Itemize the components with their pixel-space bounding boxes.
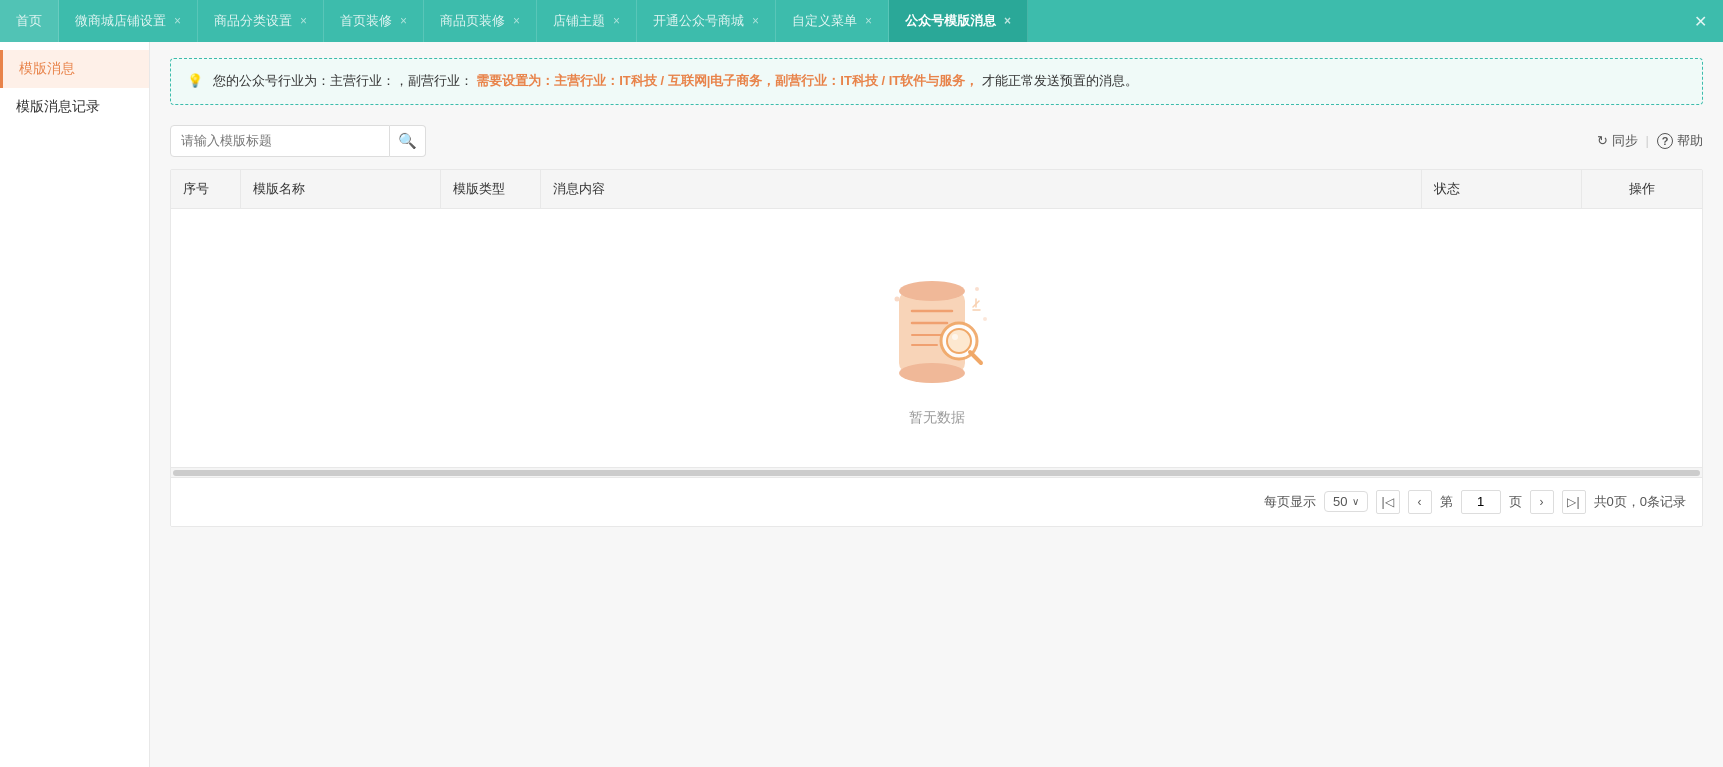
nav-tab-label-5: 店铺主题 (553, 12, 605, 30)
prev-page-button[interactable]: ‹ (1408, 490, 1432, 514)
last-page-button[interactable]: ▷| (1562, 490, 1586, 514)
nav-tab-8[interactable]: 公众号模版消息 × (889, 0, 1028, 42)
top-nav: 首页微商城店铺设置×商品分类设置×首页装修×商品页装修×店铺主题×开通公众号商城… (0, 0, 1723, 42)
per-page-value: 50 (1333, 494, 1347, 509)
search-input[interactable] (170, 125, 390, 157)
scrollbar-thumb[interactable] (173, 470, 1700, 476)
page-total: 共0页，0条记录 (1594, 493, 1686, 511)
notice-box: 💡 您的公众号行业为：主营行业：，副营行业： 需要设置为：主营行业：IT科技 /… (170, 58, 1703, 105)
nav-tab-label-8: 公众号模版消息 (905, 12, 996, 30)
sync-icon: ↻ (1597, 133, 1608, 148)
per-page-select[interactable]: 50 ∨ (1324, 491, 1367, 512)
nav-tab-close-5[interactable]: × (613, 14, 620, 28)
page-suffix: 页 (1509, 493, 1522, 511)
next-page-icon: › (1540, 495, 1544, 509)
svg-line-10 (970, 352, 981, 363)
empty-state: 暂无数据 (171, 209, 1702, 467)
nav-tab-6[interactable]: 开通公众号商城 × (637, 0, 776, 42)
nav-tab-close-4[interactable]: × (513, 14, 520, 28)
nav-tab-5[interactable]: 店铺主题 × (537, 0, 637, 42)
notice-highlight: 需要设置为：主营行业：IT科技 / 互联网|电子商务，副营行业：IT科技 / I… (476, 73, 978, 88)
per-page-label: 每页显示 (1264, 493, 1316, 511)
col-header-action: 操作 (1582, 170, 1702, 208)
nav-tab-1[interactable]: 微商城店铺设置 × (59, 0, 198, 42)
nav-tab-label-1: 微商城店铺设置 (75, 12, 166, 30)
notice-icon: 💡 (187, 73, 203, 88)
nav-tab-close-3[interactable]: × (400, 14, 407, 28)
nav-tab-label-2: 商品分类设置 (214, 12, 292, 30)
col-header-seq: 序号 (171, 170, 241, 208)
page-number-input[interactable] (1461, 490, 1501, 514)
nav-tab-label-7: 自定义菜单 (792, 12, 857, 30)
svg-point-12 (894, 296, 899, 301)
nav-tab-label-3: 首页装修 (340, 12, 392, 30)
close-all-button[interactable]: ✕ (1678, 12, 1723, 31)
next-page-button[interactable]: › (1530, 490, 1554, 514)
nav-tab-3[interactable]: 首页装修 × (324, 0, 424, 42)
first-page-button[interactable]: |◁ (1376, 490, 1400, 514)
nav-tab-close-8[interactable]: × (1004, 14, 1011, 28)
nav-tab-2[interactable]: 商品分类设置 × (198, 0, 324, 42)
help-label: 帮助 (1677, 132, 1703, 150)
table-header: 序号 模版名称 模版类型 消息内容 状态 操作 (171, 170, 1702, 209)
sidebar-item-0[interactable]: 模版消息 (0, 50, 149, 88)
prev-page-icon: ‹ (1418, 495, 1422, 509)
nav-tab-label-6: 开通公众号商城 (653, 12, 744, 30)
horizontal-scrollbar[interactable] (171, 467, 1702, 477)
search-bar: 🔍 ↻ 同步 | ? 帮助 (170, 125, 1703, 157)
sidebar: 模版消息模版消息记录 (0, 42, 150, 767)
svg-point-11 (952, 334, 958, 340)
sidebar-item-1[interactable]: 模版消息记录 (0, 88, 149, 126)
nav-tab-7[interactable]: 自定义菜单 × (776, 0, 889, 42)
nav-tab-close-6[interactable]: × (752, 14, 759, 28)
col-header-status: 状态 (1422, 170, 1582, 208)
sync-button[interactable]: ↻ 同步 (1597, 132, 1638, 150)
nav-tab-close-1[interactable]: × (174, 14, 181, 28)
empty-illustration (877, 269, 997, 389)
col-header-type: 模版类型 (441, 170, 541, 208)
svg-point-3 (899, 363, 965, 383)
page-label: 第 (1440, 493, 1453, 511)
svg-point-13 (975, 287, 979, 291)
svg-point-14 (983, 317, 987, 321)
divider: | (1646, 133, 1649, 148)
col-header-name: 模版名称 (241, 170, 441, 208)
empty-text: 暂无数据 (909, 409, 965, 427)
nav-tab-4[interactable]: 商品页装修 × (424, 0, 537, 42)
nav-tab-close-7[interactable]: × (865, 14, 872, 28)
col-header-content: 消息内容 (541, 170, 1422, 208)
search-icon: 🔍 (398, 132, 417, 150)
search-button[interactable]: 🔍 (390, 125, 426, 157)
main-content: 💡 您的公众号行业为：主营行业：，副营行业： 需要设置为：主营行业：IT科技 /… (150, 42, 1723, 767)
nav-tab-0[interactable]: 首页 (0, 0, 59, 42)
svg-point-2 (899, 281, 965, 301)
nav-tab-close-2[interactable]: × (300, 14, 307, 28)
pagination: 每页显示 50 ∨ |◁ ‹ 第 页 › ▷| (171, 477, 1702, 526)
empty-svg-icon (877, 269, 997, 389)
help-circle-icon: ? (1657, 133, 1673, 149)
table-container: 序号 模版名称 模版类型 消息内容 状态 操作 (170, 169, 1703, 527)
sync-label: 同步 (1612, 132, 1638, 150)
nav-tab-label-0: 首页 (16, 12, 42, 30)
toolbar-right: ↻ 同步 | ? 帮助 (1597, 132, 1703, 150)
notice-suffix: 才能正常发送预置的消息。 (982, 73, 1138, 88)
chevron-down-icon: ∨ (1352, 496, 1359, 507)
help-button[interactable]: ? 帮助 (1657, 132, 1703, 150)
last-page-icon: ▷| (1567, 495, 1579, 509)
layout: 模版消息模版消息记录 💡 您的公众号行业为：主营行业：，副营行业： 需要设置为：… (0, 42, 1723, 767)
notice-prefix: 您的公众号行业为：主营行业：，副营行业： (213, 73, 473, 88)
svg-point-9 (947, 329, 971, 353)
first-page-icon: |◁ (1381, 495, 1393, 509)
nav-tab-label-4: 商品页装修 (440, 12, 505, 30)
